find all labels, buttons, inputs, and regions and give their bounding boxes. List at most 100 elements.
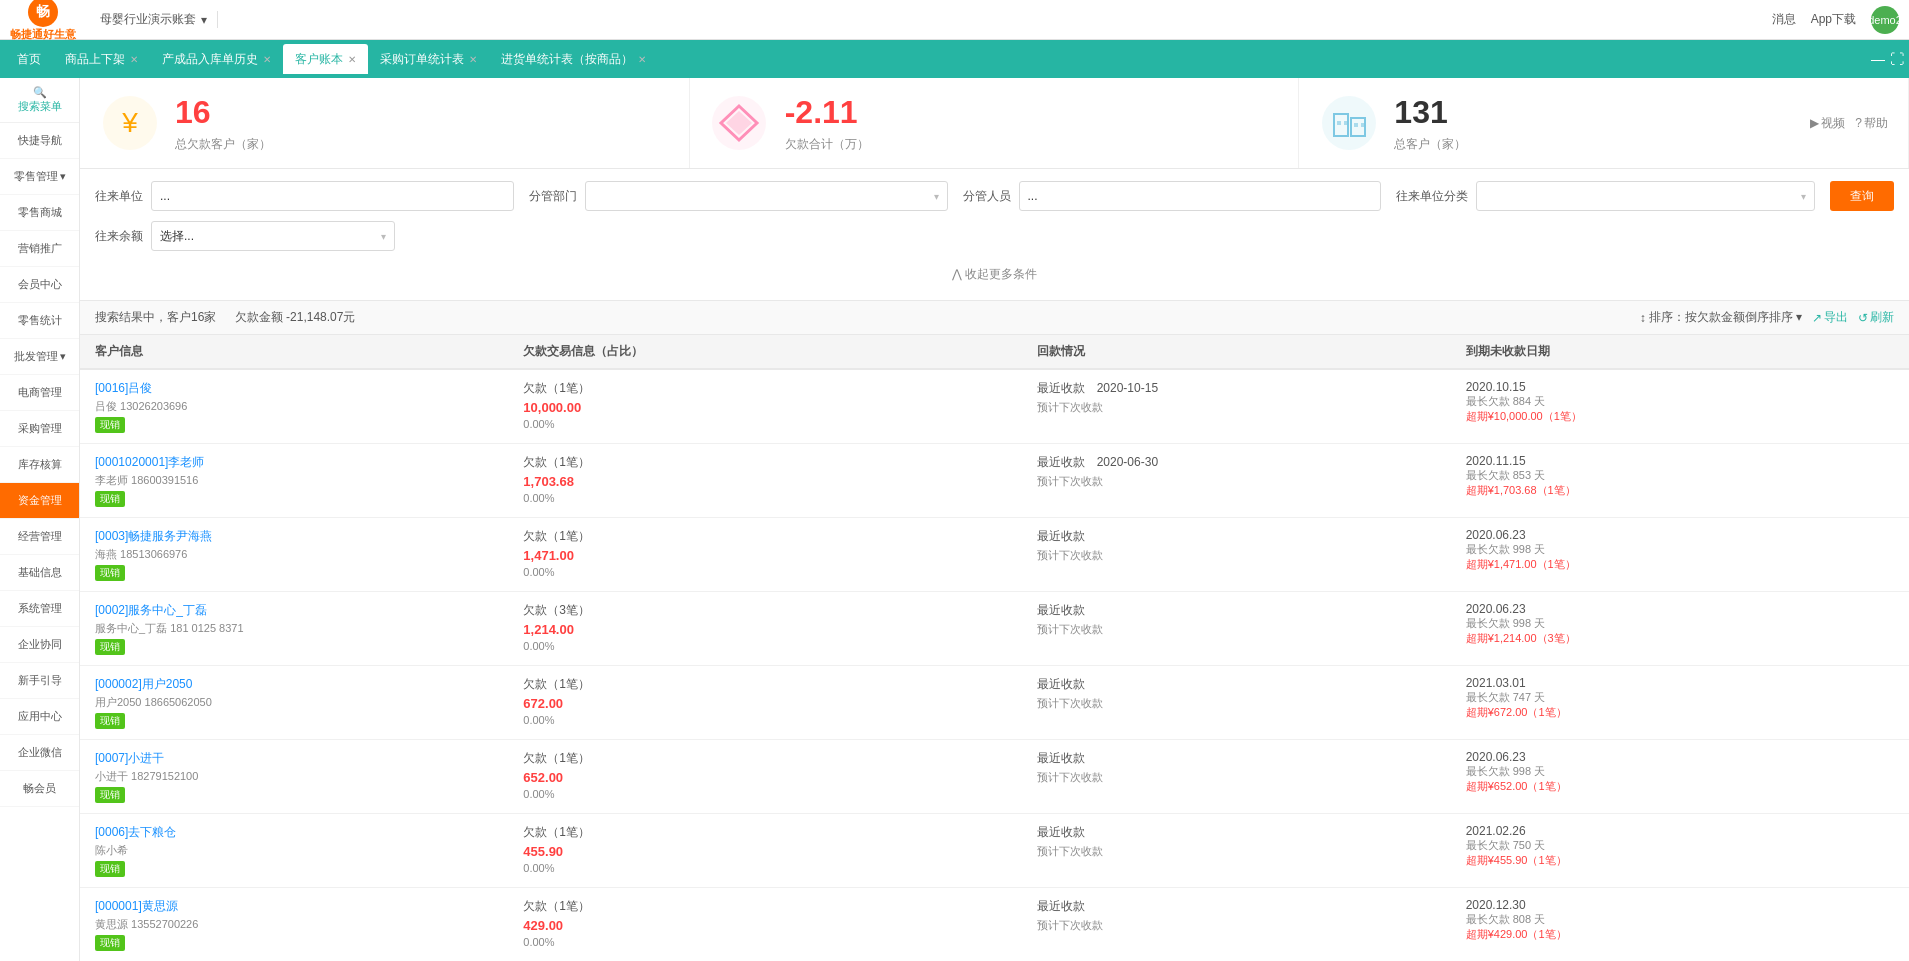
customer-info: [0003]畅捷服务尹海燕 海燕 18513066976 现销 <box>95 528 523 581</box>
tab-customer-account[interactable]: 客户账本 ✕ <box>283 44 368 74</box>
close-icon[interactable]: ✕ <box>348 54 356 65</box>
tab-product-shelf[interactable]: 商品上下架 ✕ <box>53 44 150 74</box>
collapse-icon: ⋀ <box>952 267 962 281</box>
close-icon[interactable]: ✕ <box>469 54 477 65</box>
debt-amount[interactable]: 652.00 <box>523 770 1037 785</box>
sidebar-search-label[interactable]: 搜索菜单 <box>5 99 74 114</box>
video-btn[interactable]: ▶ 视频 <box>1810 115 1845 132</box>
tab-product-shelf-label: 商品上下架 <box>65 51 125 68</box>
overdue-amount[interactable]: 超期¥10,000.00（1笔） <box>1466 409 1894 424</box>
sidebar-item-batch-mgmt[interactable]: 批发管理 ▾ <box>0 339 79 375</box>
sidebar-item-app-center[interactable]: 应用中心 <box>0 699 79 735</box>
sidebar-item-operations[interactable]: 经营管理 <box>0 519 79 555</box>
customer-info: [000001]黄思源 黄思源 13552700226 现销 <box>95 898 523 951</box>
content-area: ¥ 16 总欠款客户（家） <box>80 78 1909 961</box>
help-btn[interactable]: ? 帮助 <box>1855 115 1888 132</box>
sidebar-item-wechat[interactable]: 企业微信 <box>0 735 79 771</box>
sidebar-item-nav[interactable]: 快捷导航 <box>0 123 79 159</box>
minimize-icon[interactable]: — <box>1871 51 1885 67</box>
overdue-amount[interactable]: 超期¥455.90（1笔） <box>1466 853 1894 868</box>
debt-amount[interactable]: 672.00 <box>523 696 1037 711</box>
avatar[interactable]: demo2 <box>1871 6 1899 34</box>
close-icon[interactable]: ✕ <box>130 54 138 65</box>
debt-amount[interactable]: 455.90 <box>523 844 1037 859</box>
person-input[interactable]: ... <box>1019 181 1382 211</box>
close-icon[interactable]: ✕ <box>263 54 271 65</box>
customer-name[interactable]: [0007]小进干 <box>95 750 523 767</box>
debt-amount[interactable]: 429.00 <box>523 918 1037 933</box>
date-info: 2021.02.26 最长欠款 750 天 超期¥455.90（1笔） <box>1466 824 1894 868</box>
overdue-amount[interactable]: 超期¥1,703.68（1笔） <box>1466 483 1894 498</box>
customer-tag: 现销 <box>95 417 125 433</box>
customer-name[interactable]: [0003]畅捷服务尹海燕 <box>95 528 523 545</box>
sidebar-item-vip[interactable]: 畅会员 <box>0 771 79 807</box>
customer-name[interactable]: [0016]吕俊 <box>95 380 523 397</box>
debt-amount[interactable]: 10,000.00 <box>523 400 1037 415</box>
export-btn[interactable]: ↗ 导出 <box>1812 309 1848 326</box>
sidebar-operations-label: 经营管理 <box>18 530 62 542</box>
overdue-amount[interactable]: 超期¥672.00（1笔） <box>1466 705 1894 720</box>
sidebar-item-marketing[interactable]: 营销推广 <box>0 231 79 267</box>
customer-name[interactable]: [000001]黄思源 <box>95 898 523 915</box>
diamond-icon <box>710 93 770 153</box>
debt-amount[interactable]: 1,703.68 <box>523 474 1037 489</box>
maximize-icon[interactable]: ⛶ <box>1890 51 1904 67</box>
debt-count: 欠款（1笔） <box>523 824 1037 841</box>
sidebar-item-retail-mgmt[interactable]: 零售管理 ▾ <box>0 159 79 195</box>
overdue-days: 最长欠款 853 天 <box>1466 468 1894 483</box>
tab-home[interactable]: 首页 <box>5 44 53 74</box>
customer-name[interactable]: [0006]去下粮仓 <box>95 824 523 841</box>
balance-select[interactable]: 选择... ▾ <box>151 221 395 251</box>
sidebar-item-enterprise[interactable]: 企业协同 <box>0 627 79 663</box>
app-download-btn[interactable]: App下载 <box>1811 11 1856 28</box>
table-row: [0006]去下粮仓 陈小希 现销 欠款（1笔） 455.90 0.00% 最近… <box>80 814 1909 888</box>
return-date: 最近收款 <box>1037 676 1465 693</box>
tab-purchase-order[interactable]: 采购订单统计表 ✕ <box>368 44 489 74</box>
sidebar-item-retail-mall[interactable]: 零售商城 <box>0 195 79 231</box>
query-button[interactable]: 查询 <box>1830 181 1894 211</box>
sidebar-item-inventory[interactable]: 库存核算 <box>0 447 79 483</box>
sidebar-item-ecommerce[interactable]: 电商管理 <box>0 375 79 411</box>
sidebar-item-finance[interactable]: 资金管理 <box>0 483 79 519</box>
overdue-amount[interactable]: 超期¥652.00（1笔） <box>1466 779 1894 794</box>
sidebar-item-retail-stats[interactable]: 零售统计 <box>0 303 79 339</box>
sidebar-search[interactable]: 🔍 搜索菜单 <box>0 78 79 123</box>
debt-amount[interactable]: 1,214.00 <box>523 622 1037 637</box>
return-date: 最近收款 <box>1037 898 1465 915</box>
sidebar-item-purchase[interactable]: 采购管理 <box>0 411 79 447</box>
debt-amount[interactable]: 1,471.00 <box>523 548 1037 563</box>
stat-card-right: ▶ 视频 ? 帮助 <box>1810 115 1888 132</box>
tab-purchase-stats[interactable]: 进货单统计表（按商品） ✕ <box>489 44 658 74</box>
refresh-btn[interactable]: ↺ 刷新 <box>1858 309 1894 326</box>
result-bar: 搜索结果中，客户16家 欠款金额 -21,148.07元 ↕ 排序：按欠款金额倒… <box>80 301 1909 335</box>
sidebar-item-member[interactable]: 会员中心 <box>0 267 79 303</box>
tab-production-history[interactable]: 产成品入库单历史 ✕ <box>150 44 283 74</box>
stat-card-debt-customers: ¥ 16 总欠款客户（家） <box>80 78 690 168</box>
sidebar-item-system[interactable]: 系统管理 <box>0 591 79 627</box>
customer-name[interactable]: [000002]用户2050 <box>95 676 523 693</box>
collapse-row[interactable]: ⋀ 收起更多条件 <box>95 261 1894 288</box>
message-btn[interactable]: 消息 <box>1772 11 1796 28</box>
sidebar-item-base-info[interactable]: 基础信息 <box>0 555 79 591</box>
main-area: 🔍 搜索菜单 快捷导航 零售管理 ▾ 零售商城 营销推广 会员中心 零售统计 <box>0 78 1909 961</box>
store-selector[interactable]: 母婴行业演示账套 ▾ <box>90 11 218 28</box>
sort-label[interactable]: ↕ 排序：按欠款金额倒序排序 ▾ <box>1640 309 1802 326</box>
header-date: 到期未收款日期 <box>1466 343 1894 360</box>
customer-name[interactable]: [0002]服务中心_丁磊 <box>95 602 523 619</box>
stat-card-debt-total: -2.11 欠款合计（万） <box>690 78 1300 168</box>
category-select[interactable]: ▾ <box>1476 181 1815 211</box>
table-row: [0007]小进干 小进干 18279152100 现销 欠款（1笔） 652.… <box>80 740 1909 814</box>
supplier-input[interactable]: ... <box>151 181 514 211</box>
customer-name[interactable]: [0001020001]李老师 <box>95 454 523 471</box>
overdue-amount[interactable]: 超期¥1,471.00（1笔） <box>1466 557 1894 572</box>
yuan-icon: ¥ <box>100 93 160 153</box>
sidebar-item-guide[interactable]: 新手引导 <box>0 663 79 699</box>
overdue-amount[interactable]: 超期¥1,214.00（3笔） <box>1466 631 1894 646</box>
stat-number-1: 16 <box>175 94 271 131</box>
return-sub: 预计下次收款 <box>1037 918 1465 933</box>
overdue-amount[interactable]: 超期¥429.00（1笔） <box>1466 927 1894 942</box>
date-info: 2020.11.15 最长欠款 853 天 超期¥1,703.68（1笔） <box>1466 454 1894 498</box>
close-icon[interactable]: ✕ <box>638 54 646 65</box>
return-sub: 预计下次收款 <box>1037 474 1465 489</box>
dept-select[interactable]: ▾ <box>585 181 948 211</box>
